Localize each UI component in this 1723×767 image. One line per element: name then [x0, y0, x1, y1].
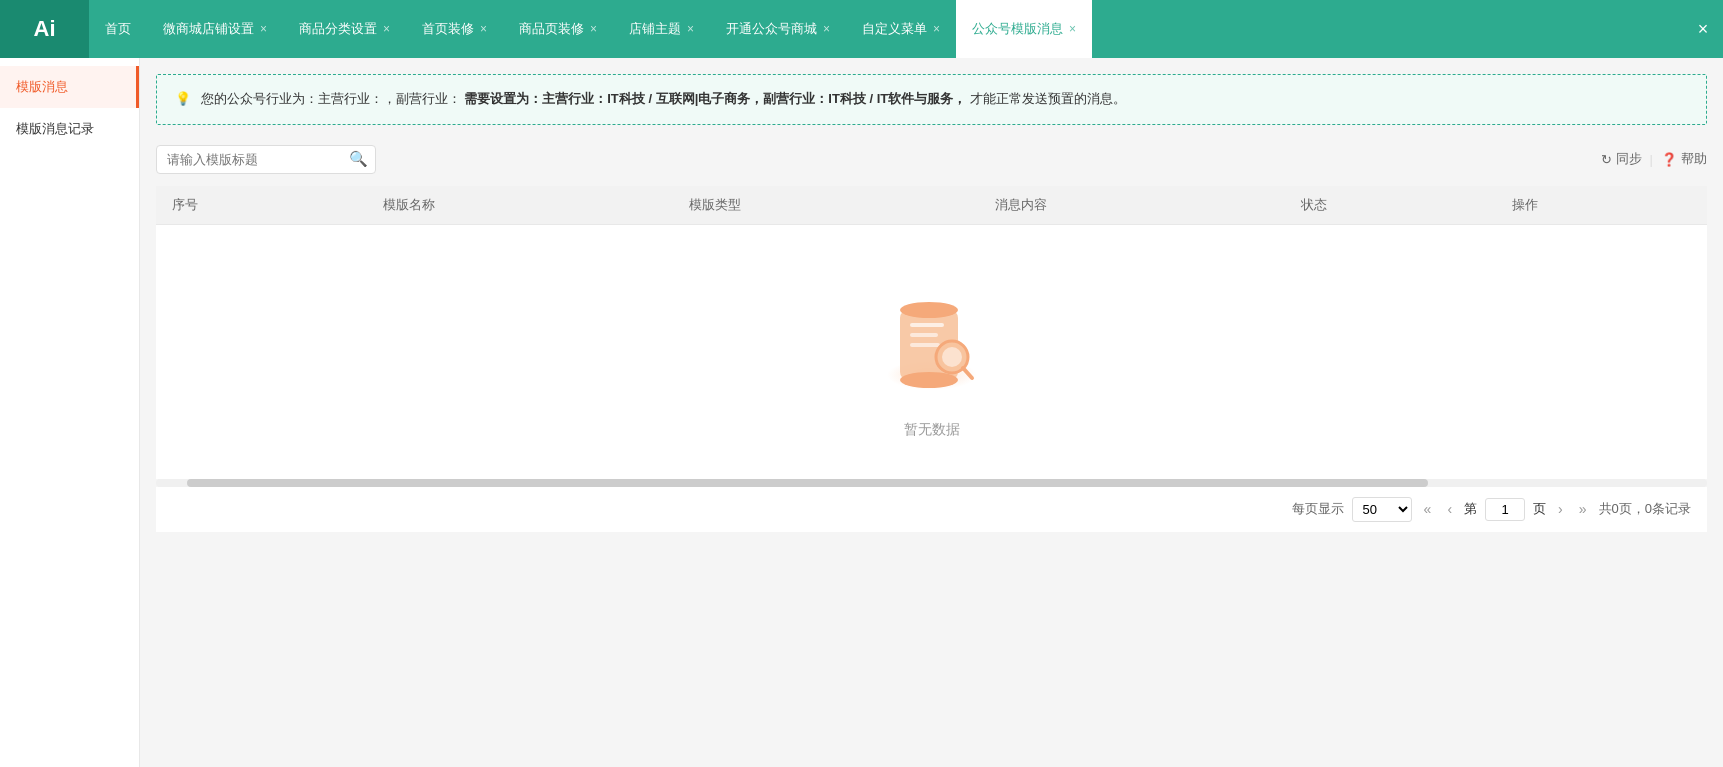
close-tab-homepage-icon[interactable]: ×: [480, 22, 487, 36]
scrollbar-track[interactable]: [156, 479, 1707, 487]
sidebar: 模版消息模版消息记录: [0, 58, 140, 767]
close-tab-theme-icon[interactable]: ×: [687, 22, 694, 36]
nav-tabs: 首页微商城店铺设置×商品分类设置×首页装修×商品页装修×店铺主题×开通公众号商城…: [89, 0, 1683, 58]
svg-rect-4: [910, 323, 944, 327]
nav-tab-productpage[interactable]: 商品页装修×: [503, 0, 613, 58]
notice-box: 💡 您的公众号行业为：主营行业：，副营行业： 需要设置为：主营行业：IT科技 /…: [156, 74, 1707, 125]
help-button[interactable]: ❓ 帮助: [1661, 150, 1707, 168]
sync-button[interactable]: ↻ 同步: [1601, 150, 1642, 168]
prev-page-button[interactable]: ‹: [1443, 499, 1456, 519]
next-page-button[interactable]: ›: [1554, 499, 1567, 519]
search-input[interactable]: [156, 145, 376, 174]
divider: |: [1650, 152, 1653, 167]
notice-icon: 💡: [175, 91, 191, 106]
nav-tab-custommenu[interactable]: 自定义菜单×: [846, 0, 956, 58]
col-type: 模版类型: [673, 186, 979, 225]
svg-rect-5: [910, 333, 938, 337]
empty-state: 暂无数据: [156, 225, 1707, 479]
nav-tab-weshop[interactable]: 微商城店铺设置×: [147, 0, 283, 58]
nav-tab-homepage[interactable]: 首页装修×: [406, 0, 503, 58]
col-index: 序号: [156, 186, 367, 225]
nav-tab-templatemsg[interactable]: 公众号模版消息×: [956, 0, 1092, 58]
page-suffix: 页: [1533, 500, 1546, 518]
close-all-tabs-button[interactable]: ×: [1683, 0, 1723, 58]
col-content: 消息内容: [979, 186, 1285, 225]
svg-point-2: [900, 302, 958, 318]
close-tab-templatemsg-icon[interactable]: ×: [1069, 22, 1076, 36]
empty-illustration: [872, 285, 992, 405]
pagination: 每页显示 102050100 « ‹ 第 页 › » 共0页，0条记录: [156, 487, 1707, 532]
total-info: 共0页，0条记录: [1599, 500, 1691, 518]
close-tab-custommenu-icon[interactable]: ×: [933, 22, 940, 36]
nav-tab-theme[interactable]: 店铺主题×: [613, 0, 710, 58]
table-header: 序号模版名称模版类型消息内容状态操作: [156, 186, 1707, 225]
nav-tab-home[interactable]: 首页: [89, 0, 147, 58]
page-number-input[interactable]: [1485, 498, 1525, 521]
search-left: 🔍: [156, 145, 376, 174]
col-action: 操作: [1496, 186, 1707, 225]
nav-tab-category[interactable]: 商品分类设置×: [283, 0, 406, 58]
close-tab-weshop-icon[interactable]: ×: [260, 22, 267, 36]
notice-suffix: 才能正常发送预置的消息。: [970, 91, 1126, 106]
svg-point-8: [942, 347, 962, 367]
data-table: 序号模版名称模版类型消息内容状态操作: [156, 186, 1707, 225]
notice-prefix: 您的公众号行业为：主营行业：，副营行业：: [201, 91, 461, 106]
search-button[interactable]: 🔍: [349, 150, 368, 168]
sync-icon: ↻: [1601, 152, 1612, 167]
notice-highlight: 需要设置为：主营行业：IT科技 / 互联网|电子商务，副营行业：IT科技 / I…: [464, 91, 966, 106]
close-tab-mall-icon[interactable]: ×: [823, 22, 830, 36]
help-icon: ❓: [1661, 152, 1677, 167]
search-input-wrap: 🔍: [156, 145, 376, 174]
top-nav: Ai 首页微商城店铺设置×商品分类设置×首页装修×商品页装修×店铺主题×开通公众…: [0, 0, 1723, 58]
empty-text: 暂无数据: [904, 421, 960, 439]
svg-rect-6: [910, 343, 940, 347]
page-size-select[interactable]: 102050100: [1352, 497, 1412, 522]
main-content: 💡 您的公众号行业为：主营行业：，副营行业： 需要设置为：主营行业：IT科技 /…: [140, 58, 1723, 767]
search-bar: 🔍 ↻ 同步 | ❓ 帮助: [156, 145, 1707, 174]
col-status: 状态: [1285, 186, 1496, 225]
svg-point-3: [900, 372, 958, 388]
last-page-button[interactable]: »: [1575, 499, 1591, 519]
close-tab-productpage-icon[interactable]: ×: [590, 22, 597, 36]
table-header-row: 序号模版名称模版类型消息内容状态操作: [156, 186, 1707, 225]
page-body: 模版消息模版消息记录 💡 您的公众号行业为：主营行业：，副营行业： 需要设置为：…: [0, 58, 1723, 767]
sidebar-item-template-msg-record[interactable]: 模版消息记录: [0, 108, 139, 150]
app-logo: Ai: [0, 0, 89, 58]
scrollbar-thumb[interactable]: [187, 479, 1428, 487]
nav-tab-mall[interactable]: 开通公众号商城×: [710, 0, 846, 58]
page-size-label: 每页显示: [1292, 500, 1344, 518]
sidebar-item-template-msg[interactable]: 模版消息: [0, 66, 139, 108]
search-right: ↻ 同步 | ❓ 帮助: [1601, 150, 1707, 168]
close-tab-category-icon[interactable]: ×: [383, 22, 390, 36]
col-name: 模版名称: [367, 186, 673, 225]
first-page-button[interactable]: «: [1420, 499, 1436, 519]
page-label: 第: [1464, 500, 1477, 518]
